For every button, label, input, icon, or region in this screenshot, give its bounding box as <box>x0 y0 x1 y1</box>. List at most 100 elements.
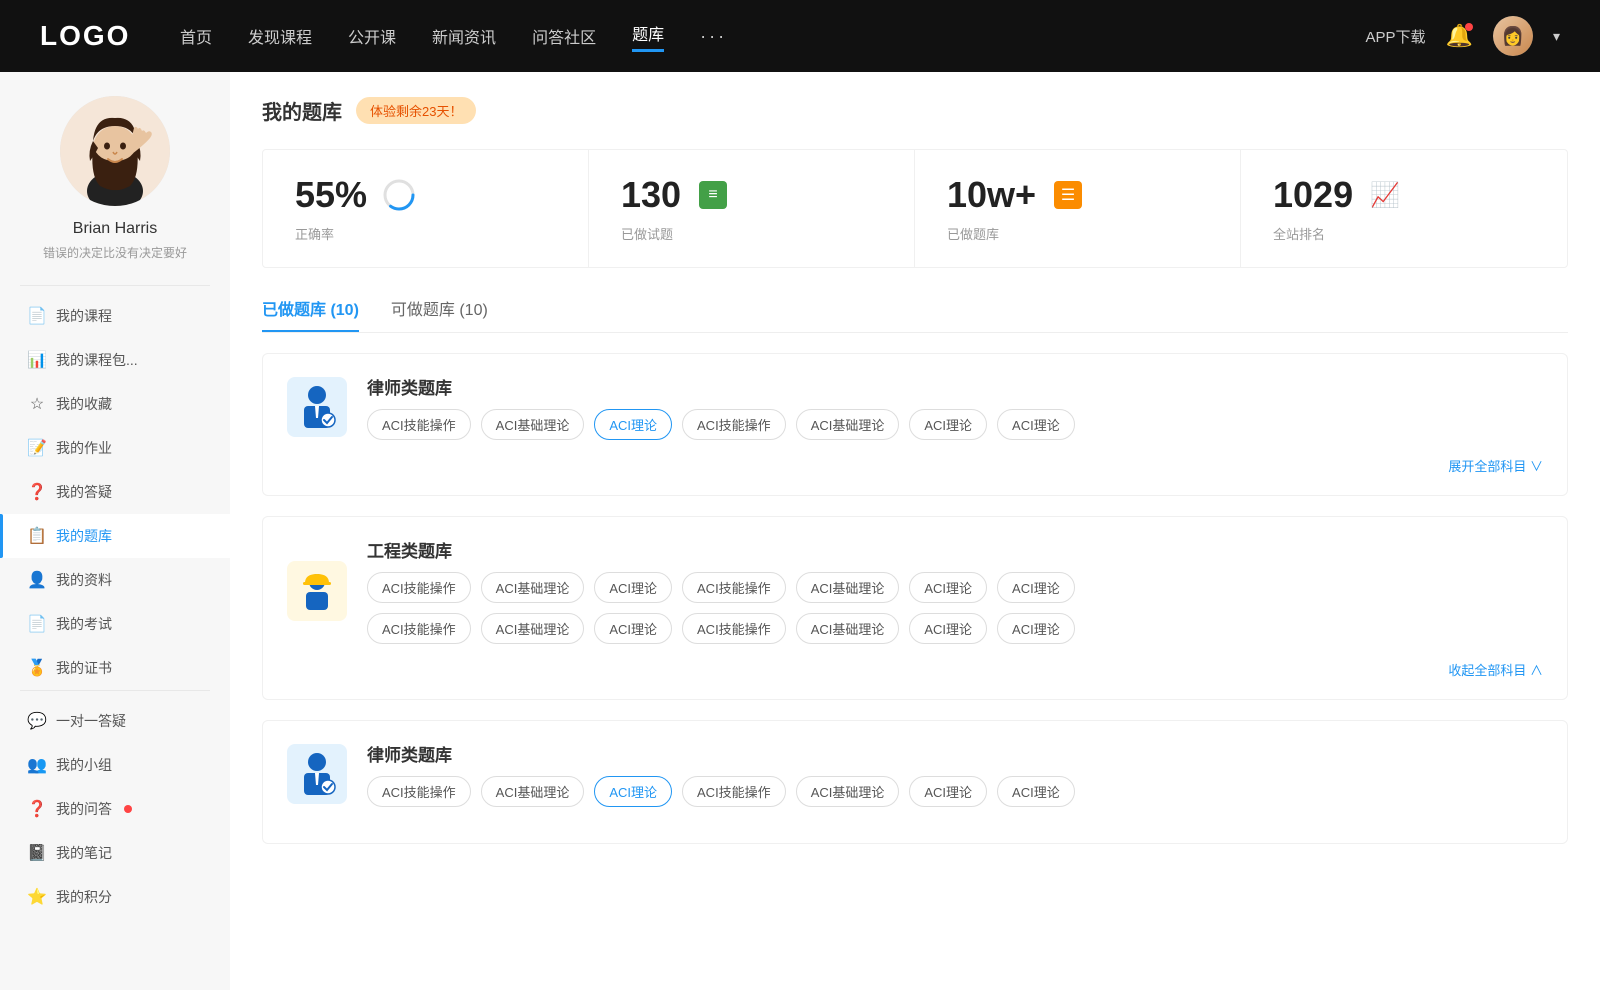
nav-home[interactable]: 首页 <box>180 24 212 48</box>
sidebar-item-my-questions[interactable]: ❓ 我的问答 <box>0 787 230 831</box>
course-icon: 📄 <box>28 307 46 325</box>
tag-e1-5[interactable]: ACI基础理论 <box>796 572 900 603</box>
course-package-icon: 📊 <box>28 351 46 369</box>
sidebar-item-question-bank[interactable]: 📋 我的题库 <box>0 514 230 558</box>
tag-e1-4[interactable]: ACI技能操作 <box>682 572 786 603</box>
sidebar-item-exam[interactable]: 📄 我的考试 <box>0 602 230 646</box>
orange-sheet-icon: ☰ <box>1054 181 1082 209</box>
tag-l1-5[interactable]: ACI基础理论 <box>796 409 900 440</box>
bank-title-lawyer-2: 律师类题库 ACI技能操作 ACI基础理论 ACI理论 ACI技能操作 ACI基… <box>367 741 1075 807</box>
layout: Brian Harris 错误的决定比没有决定要好 📄 我的课程 📊 我的课程包… <box>0 72 1600 990</box>
question-bank-icon: 📋 <box>28 527 46 545</box>
notification-bell[interactable]: 🔔 <box>1446 23 1473 49</box>
nav-question-bank[interactable]: 题库 <box>632 21 664 52</box>
stats-row: 55% 正确率 130 ≡ <box>262 149 1568 268</box>
user-menu-chevron[interactable]: ▾ <box>1553 28 1560 45</box>
tag-e1-6[interactable]: ACI理论 <box>909 572 987 603</box>
bank-header-engineer: 工程类题库 ACI技能操作 ACI基础理论 ACI理论 ACI技能操作 ACI基… <box>287 537 1543 644</box>
tag-l1-3[interactable]: ACI理论 <box>594 409 672 440</box>
tag-l2-6[interactable]: ACI理论 <box>909 776 987 807</box>
sidebar-label-notes: 我的笔记 <box>56 843 112 863</box>
bank-tabs: 已做题库 (10) 可做题库 (10) <box>262 296 1568 333</box>
bank-footer-lawyer-1: 展开全部科目 ∨ <box>287 456 1543 475</box>
tag-e2-6[interactable]: ACI理论 <box>909 613 987 644</box>
tag-e2-2[interactable]: ACI基础理论 <box>481 613 585 644</box>
sidebar-label-points: 我的积分 <box>56 887 112 907</box>
tag-l2-3[interactable]: ACI理论 <box>594 776 672 807</box>
exam-icon: 📄 <box>28 615 46 633</box>
nav-qa[interactable]: 问答社区 <box>532 24 596 48</box>
sidebar-item-my-course[interactable]: 📄 我的课程 <box>0 294 230 338</box>
profile-avatar[interactable] <box>60 96 170 206</box>
nav-discover[interactable]: 发现课程 <box>248 24 312 48</box>
sidebar-item-group[interactable]: 👥 我的小组 <box>0 743 230 787</box>
tags-row-engineer-1: ACI技能操作 ACI基础理论 ACI理论 ACI技能操作 ACI基础理论 AC… <box>367 572 1543 603</box>
tag-e2-3[interactable]: ACI理论 <box>594 613 672 644</box>
tag-l2-4[interactable]: ACI技能操作 <box>682 776 786 807</box>
tag-e1-2[interactable]: ACI基础理论 <box>481 572 585 603</box>
nav-news[interactable]: 新闻资讯 <box>432 24 496 48</box>
sidebar-item-favorites[interactable]: ☆ 我的收藏 <box>0 382 230 426</box>
sidebar-label-my-qa: 我的答疑 <box>56 482 112 502</box>
tag-e2-4[interactable]: ACI技能操作 <box>682 613 786 644</box>
bank-title-lawyer-1: 律师类题库 ACI技能操作 ACI基础理论 ACI理论 ACI技能操作 ACI基… <box>367 374 1075 440</box>
trial-badge: 体验剩余23天！ <box>356 97 476 124</box>
bank-footer-engineer: 收起全部科目 ∧ <box>287 660 1543 679</box>
tag-e2-5[interactable]: ACI基础理论 <box>796 613 900 644</box>
stat-accuracy-value: 55% <box>295 174 367 216</box>
tags-row-lawyer-1: ACI技能操作 ACI基础理论 ACI理论 ACI技能操作 ACI基础理论 AC… <box>367 409 1075 440</box>
tag-l1-2[interactable]: ACI基础理论 <box>481 409 585 440</box>
nav-open-course[interactable]: 公开课 <box>348 24 396 48</box>
tag-e2-7[interactable]: ACI理论 <box>997 613 1075 644</box>
tab-done-banks[interactable]: 已做题库 (10) <box>262 296 359 332</box>
tag-l2-2[interactable]: ACI基础理论 <box>481 776 585 807</box>
tag-l1-4[interactable]: ACI技能操作 <box>682 409 786 440</box>
nav-more[interactable]: ··· <box>700 26 727 47</box>
questions-notification-dot <box>124 805 132 813</box>
bank-header-lawyer-2: 律师类题库 ACI技能操作 ACI基础理论 ACI理论 ACI技能操作 ACI基… <box>287 741 1543 807</box>
stat-banks-top: 10w+ ☰ <box>947 174 1208 216</box>
tag-l1-1[interactable]: ACI技能操作 <box>367 409 471 440</box>
sidebar-item-certificate[interactable]: 🏅 我的证书 <box>0 646 230 690</box>
collapse-engineer[interactable]: 收起全部科目 ∧ <box>1448 660 1543 679</box>
tags-row-engineer-2: ACI技能操作 ACI基础理论 ACI理论 ACI技能操作 ACI基础理论 AC… <box>367 613 1543 644</box>
sidebar-item-profile[interactable]: 👤 我的资料 <box>0 558 230 602</box>
stat-rank-value: 1029 <box>1273 174 1353 216</box>
tag-e1-3[interactable]: ACI理论 <box>594 572 672 603</box>
tab-available-banks[interactable]: 可做题库 (10) <box>391 296 488 332</box>
tag-e1-7[interactable]: ACI理论 <box>997 572 1075 603</box>
navbar: LOGO 首页 发现课程 公开课 新闻资讯 问答社区 题库 ··· APP下载 … <box>0 0 1600 72</box>
tag-e2-1[interactable]: ACI技能操作 <box>367 613 471 644</box>
expand-lawyer-1[interactable]: 展开全部科目 ∨ <box>1448 456 1543 475</box>
group-icon: 👥 <box>28 756 46 774</box>
sidebar-item-homework[interactable]: 📝 我的作业 <box>0 426 230 470</box>
stat-rank: 1029 📈 全站排名 <box>1241 150 1567 267</box>
tag-l2-7[interactable]: ACI理论 <box>997 776 1075 807</box>
favorites-icon: ☆ <box>28 395 46 413</box>
notes-icon: 📓 <box>28 844 46 862</box>
user-avatar[interactable]: 👩 <box>1493 16 1533 56</box>
tags-row-lawyer-2: ACI技能操作 ACI基础理论 ACI理论 ACI技能操作 ACI基础理论 AC… <box>367 776 1075 807</box>
tag-l2-5[interactable]: ACI基础理论 <box>796 776 900 807</box>
sidebar-item-my-qa[interactable]: ❓ 我的答疑 <box>0 470 230 514</box>
bank-title-engineer: 工程类题库 ACI技能操作 ACI基础理论 ACI理论 ACI技能操作 ACI基… <box>367 537 1543 644</box>
tag-e1-1[interactable]: ACI技能操作 <box>367 572 471 603</box>
sidebar-item-points[interactable]: ⭐ 我的积分 <box>0 875 230 919</box>
logo: LOGO <box>40 20 140 52</box>
sidebar-item-course-package[interactable]: 📊 我的课程包... <box>0 338 230 382</box>
sidebar-label-group: 我的小组 <box>56 755 112 775</box>
nav-right: APP下载 🔔 👩 ▾ <box>1366 16 1560 56</box>
app-download-link[interactable]: APP下载 <box>1366 26 1426 47</box>
tag-l1-6[interactable]: ACI理论 <box>909 409 987 440</box>
tag-l2-1[interactable]: ACI技能操作 <box>367 776 471 807</box>
sidebar-item-1on1[interactable]: 💬 一对一答疑 <box>0 699 230 743</box>
sidebar-label-question-bank: 我的题库 <box>56 526 112 546</box>
sidebar-label-my-course: 我的课程 <box>56 306 112 326</box>
stat-done-questions: 130 ≡ 已做试题 <box>589 150 915 267</box>
stat-accuracy: 55% 正确率 <box>263 150 589 267</box>
sidebar-item-notes[interactable]: 📓 我的笔记 <box>0 831 230 875</box>
homework-icon: 📝 <box>28 439 46 457</box>
sidebar-label-favorites: 我的收藏 <box>56 394 112 414</box>
one-on-one-icon: 💬 <box>28 712 46 730</box>
tag-l1-7[interactable]: ACI理论 <box>997 409 1075 440</box>
